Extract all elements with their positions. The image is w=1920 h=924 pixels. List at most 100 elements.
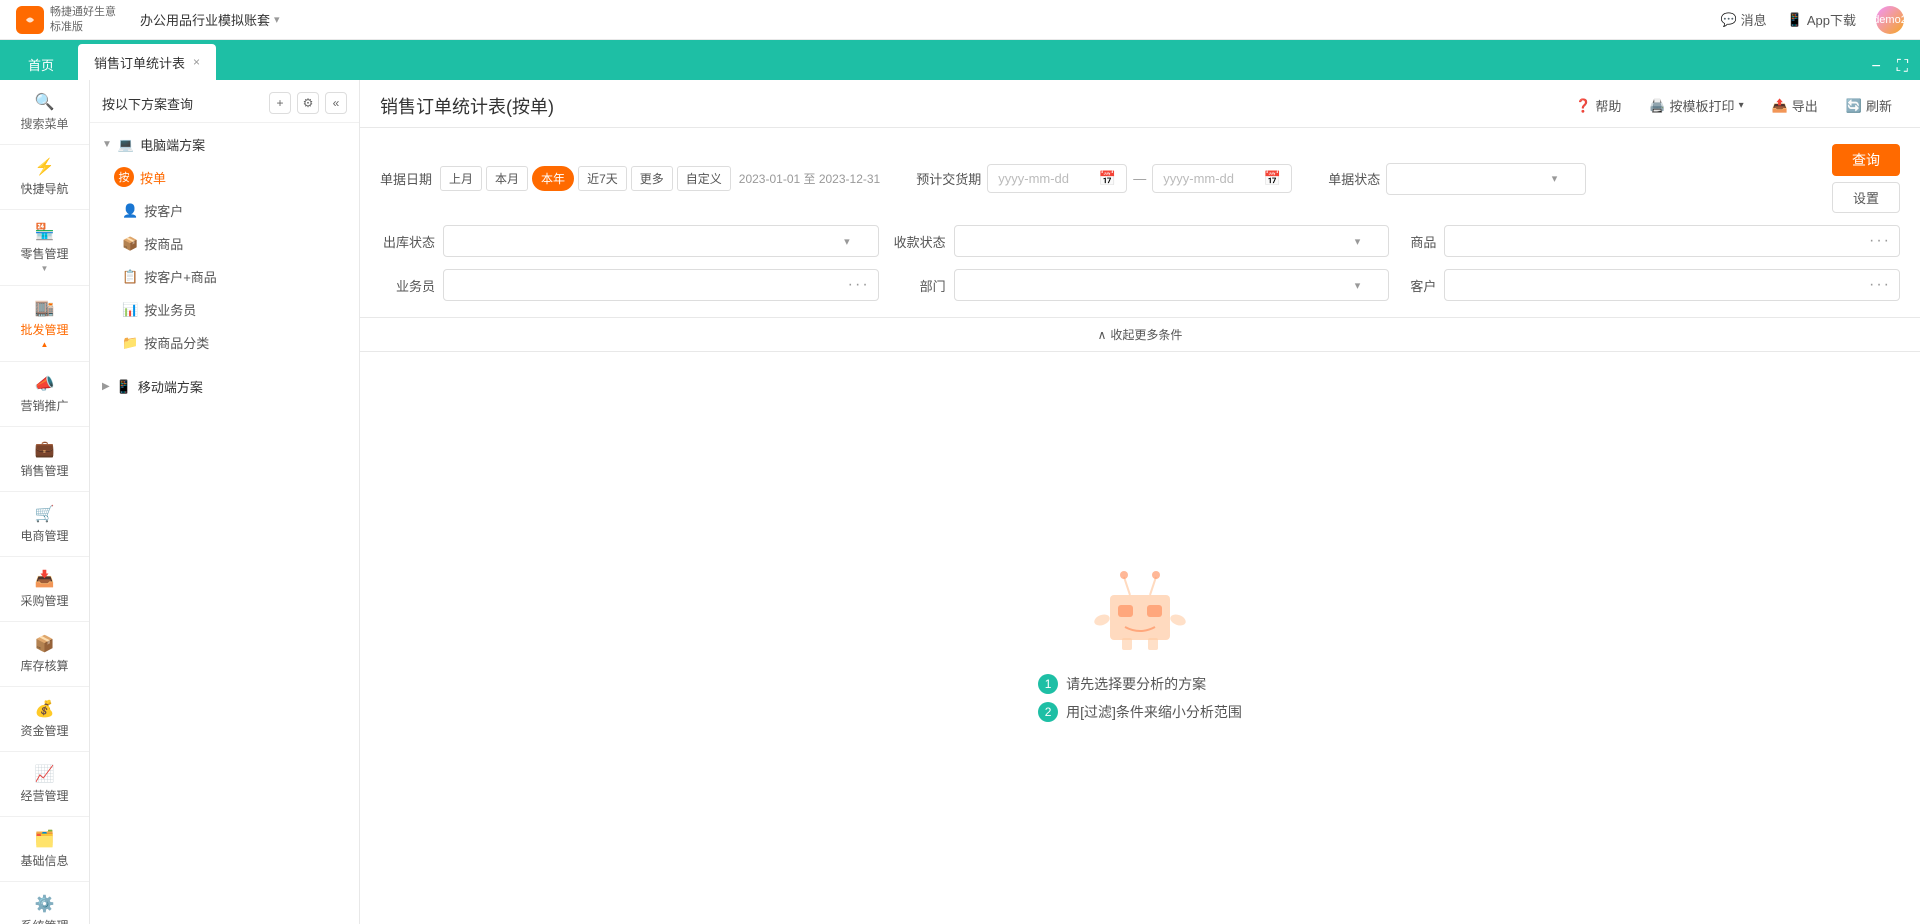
tab-fullscreen-button[interactable]: ⛶ bbox=[1893, 54, 1912, 80]
pc-scheme-header[interactable]: ▼ 💻 电脑端方案 bbox=[90, 129, 359, 160]
app-download-button[interactable]: 📱 App下载 bbox=[1787, 10, 1856, 29]
breadcrumb-dropdown-icon[interactable]: ▾ bbox=[274, 13, 280, 26]
payment-status-select[interactable]: ▾ bbox=[954, 225, 1390, 257]
base-info-icon: 🗂️ bbox=[35, 829, 55, 849]
wholesale-icon: 🏬 bbox=[35, 298, 55, 318]
panel-title: 按以下方案查询 bbox=[102, 94, 263, 113]
scheme-item-label: 按客户+商品 bbox=[144, 267, 217, 286]
purchase-icon: 📥 bbox=[35, 569, 55, 589]
query-button[interactable]: 查询 bbox=[1832, 144, 1900, 176]
customer-input[interactable]: ··· bbox=[1444, 269, 1900, 301]
page-header: 销售订单统计表(按单) ❓ 帮助 🖨️ 按模板打印 ▾ 📤 导出 bbox=[360, 80, 1920, 128]
mobile-scheme-header[interactable]: ▶ 📱 移动端方案 bbox=[90, 371, 359, 402]
scheme-item-by-customer-goods[interactable]: 📋 按客户+商品 bbox=[90, 260, 359, 293]
shipping-dropdown-icon: ▾ bbox=[844, 235, 850, 248]
scheme-item-by-salesperson[interactable]: 📊 按业务员 bbox=[90, 293, 359, 326]
scheme-item-by-order[interactable]: 按 按单 bbox=[90, 160, 359, 194]
sidebar-search[interactable]: 🔍 搜索菜单 bbox=[0, 80, 89, 145]
date-btn-this-month[interactable]: 本月 bbox=[486, 166, 528, 191]
tab-home[interactable]: 首页 bbox=[8, 48, 74, 80]
settings-scheme-button[interactable]: ⚙ bbox=[297, 92, 319, 114]
shipping-status-label: 出库状态 bbox=[380, 232, 435, 251]
collapse-panel-button[interactable]: « bbox=[325, 92, 347, 114]
retail-icon: 🏪 bbox=[35, 222, 55, 242]
date-btn-last-7-days[interactable]: 近7天 bbox=[578, 166, 627, 191]
step-1-text: 请先选择要分析的方案 bbox=[1066, 674, 1206, 694]
sidebar-item-finance[interactable]: 💰 资金管理 bbox=[0, 687, 89, 752]
sidebar-item-system[interactable]: ⚙️ 系统管理 bbox=[0, 882, 89, 924]
sidebar-item-label: 批发管理 bbox=[20, 321, 68, 338]
date-btn-custom[interactable]: 自定义 bbox=[677, 166, 731, 191]
sidebar-item-base-info[interactable]: 🗂️ 基础信息 bbox=[0, 817, 89, 882]
refresh-button[interactable]: 🔄 刷新 bbox=[1838, 92, 1900, 119]
date-quick-buttons: 上月 本月 本年 近7天 更多 自定义 bbox=[440, 166, 731, 191]
collapse-bar[interactable]: ∧ 收起更多条件 bbox=[360, 318, 1920, 352]
mobile-scheme-label: 移动端方案 bbox=[138, 377, 203, 396]
active-scheme-indicator: 按 bbox=[114, 167, 134, 187]
step-2-text: 用[过滤]条件来缩小分析范围 bbox=[1066, 702, 1242, 722]
customer-scheme-icon: 👤 bbox=[122, 203, 138, 219]
quick-nav-icon: ⚡ bbox=[35, 157, 55, 177]
sidebar-item-ecommerce[interactable]: 🛒 电商管理 bbox=[0, 492, 89, 557]
action-buttons: 查询 设置 bbox=[1832, 144, 1900, 213]
computer-icon: 💻 bbox=[118, 137, 134, 153]
pc-toggle-icon: ▼ bbox=[102, 139, 112, 150]
sidebar-item-label: 销售管理 bbox=[20, 462, 68, 479]
pc-scheme-label: 电脑端方案 bbox=[140, 135, 205, 154]
inventory-icon: 📦 bbox=[35, 634, 55, 654]
sidebar-item-label: 采购管理 bbox=[20, 592, 68, 609]
step-number-2: 2 bbox=[1038, 702, 1058, 722]
salesperson-input[interactable]: ··· bbox=[443, 269, 879, 301]
scheme-item-label: 按商品 bbox=[144, 234, 183, 253]
date-btn-this-year[interactable]: 本年 bbox=[532, 166, 574, 191]
delivery-date-end[interactable]: yyyy-mm-dd 📅 bbox=[1152, 164, 1292, 193]
header-left: 畅捷通好生意 标准版 办公用品行业模拟账套 ▾ bbox=[16, 5, 280, 34]
message-button[interactable]: 💬 消息 bbox=[1720, 10, 1766, 29]
sidebar-item-wholesale[interactable]: 🏬 批发管理 bbox=[0, 286, 89, 362]
sidebar-item-operations[interactable]: 📈 经营管理 bbox=[0, 752, 89, 817]
header-right: 💬 消息 📱 App下载 demo2 bbox=[1720, 6, 1904, 34]
salesperson-label: 业务员 bbox=[380, 276, 435, 295]
sidebar-item-purchase[interactable]: 📥 采购管理 bbox=[0, 557, 89, 622]
empty-state: 1 请先选择要分析的方案 2 用[过滤]条件来缩小分析范围 bbox=[360, 352, 1920, 924]
scheme-item-by-goods-category[interactable]: 📁 按商品分类 bbox=[90, 326, 359, 359]
date-range-display: 2023-01-01 至 2023-12-31 bbox=[739, 170, 880, 187]
delivery-date-end-placeholder: yyyy-mm-dd bbox=[1163, 171, 1234, 186]
department-select[interactable]: ▾ bbox=[954, 269, 1390, 301]
sidebar-item-label: 电商管理 bbox=[20, 527, 68, 544]
export-button[interactable]: 📤 导出 bbox=[1764, 92, 1826, 119]
date-btn-more[interactable]: 更多 bbox=[631, 166, 673, 191]
sidebar-item-marketing[interactable]: 📣 营销推广 bbox=[0, 362, 89, 427]
goods-dots-icon: ··· bbox=[1869, 232, 1891, 250]
goods-label: 商品 bbox=[1401, 232, 1436, 251]
sidebar-item-label: 基础信息 bbox=[20, 852, 68, 869]
shipping-status-select[interactable]: ▾ bbox=[443, 225, 879, 257]
avatar[interactable]: demo2 bbox=[1876, 6, 1904, 34]
tab-minimize-button[interactable]: − bbox=[1867, 54, 1884, 80]
sidebar-item-sales[interactable]: 💼 销售管理 bbox=[0, 427, 89, 492]
mobile-icon: 📱 bbox=[116, 379, 132, 395]
print-icon: 🖨️ bbox=[1649, 98, 1665, 114]
doc-status-label: 单据状态 bbox=[1328, 169, 1380, 188]
help-button[interactable]: ❓ 帮助 bbox=[1567, 92, 1629, 119]
scheme-item-by-goods[interactable]: 📦 按商品 bbox=[90, 227, 359, 260]
sidebar-item-inventory[interactable]: 📦 库存核算 bbox=[0, 622, 89, 687]
payment-status-wrapper: ▾ bbox=[954, 225, 1390, 257]
tab-close-button[interactable]: × bbox=[193, 55, 200, 69]
export-icon: 📤 bbox=[1772, 98, 1788, 114]
scheme-item-by-customer[interactable]: 👤 按客户 bbox=[90, 194, 359, 227]
goods-input[interactable]: ··· bbox=[1444, 225, 1900, 257]
template-print-button[interactable]: 🖨️ 按模板打印 ▾ bbox=[1641, 92, 1751, 119]
empty-svg bbox=[1080, 555, 1200, 655]
sidebar-item-quick-nav[interactable]: ⚡ 快捷导航 bbox=[0, 145, 89, 210]
sidebar-item-label: 经营管理 bbox=[20, 787, 68, 804]
right-panel: 销售订单统计表(按单) ❓ 帮助 🖨️ 按模板打印 ▾ 📤 导出 bbox=[360, 80, 1920, 924]
add-scheme-button[interactable]: + bbox=[269, 92, 291, 114]
doc-status-select[interactable]: ▾ bbox=[1386, 163, 1586, 195]
delivery-date-start[interactable]: yyyy-mm-dd 📅 bbox=[987, 164, 1127, 193]
settings-button[interactable]: 设置 bbox=[1832, 182, 1900, 213]
tab-sales-order-stats[interactable]: 销售订单统计表 × bbox=[78, 44, 216, 80]
date-btn-last-month[interactable]: 上月 bbox=[440, 166, 482, 191]
sidebar-item-label: 零售管理 bbox=[20, 245, 68, 262]
sidebar-item-retail[interactable]: 🏪 零售管理 bbox=[0, 210, 89, 286]
